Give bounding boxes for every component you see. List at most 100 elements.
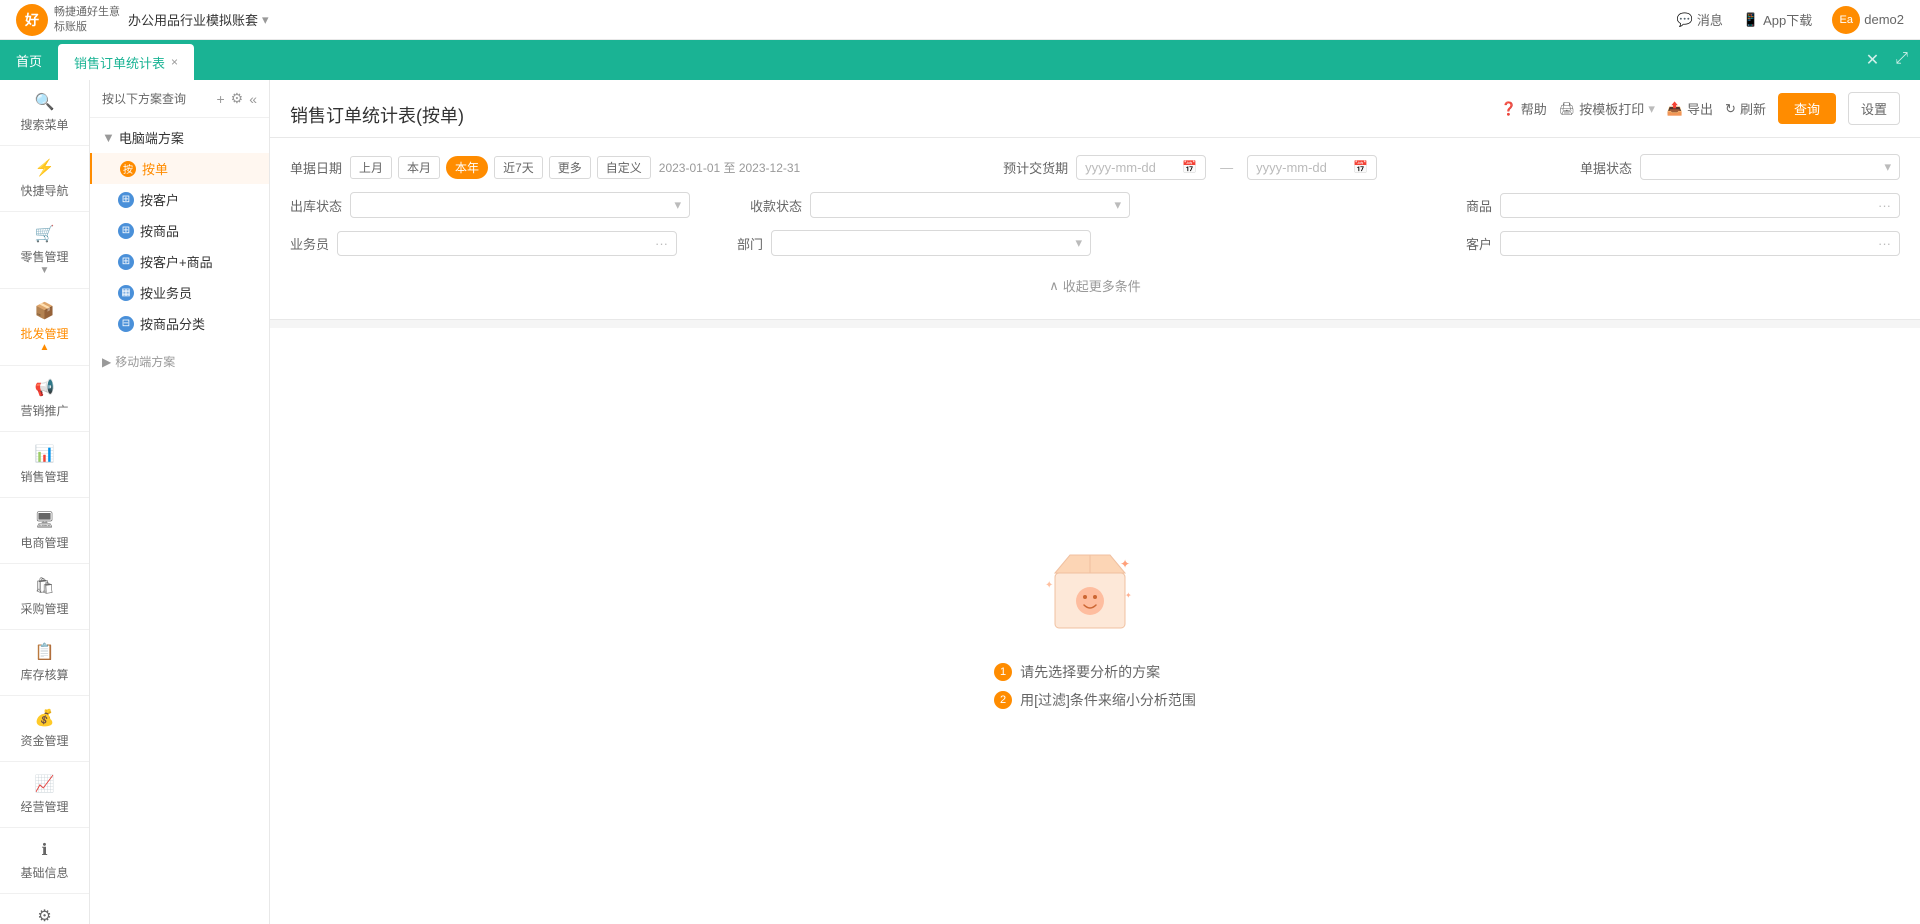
empty-step-1: 1 请先选择要分析的方案 bbox=[994, 662, 1196, 682]
empty-steps: 1 请先选择要分析的方案 2 用[过滤]条件来缩小分析范围 bbox=[994, 662, 1196, 710]
by-salesperson-icon: ▦ bbox=[118, 285, 134, 301]
avatar: Ea bbox=[1832, 6, 1860, 34]
left-panel-title: 按以下方案查询 bbox=[102, 90, 186, 107]
settings-btn[interactable]: 设置 bbox=[1848, 92, 1900, 125]
sidebar-item-ecommerce[interactable]: 🖥 电商管理 bbox=[0, 498, 89, 564]
sidebar-finance-label: 资金管理 bbox=[20, 732, 68, 749]
window-expand-btn[interactable]: ⤢ bbox=[1891, 46, 1912, 74]
query-label: 查询 bbox=[1794, 99, 1820, 118]
section-divider bbox=[270, 320, 1920, 328]
date-from-input[interactable]: yyyy-mm-dd 📅 bbox=[1076, 155, 1206, 180]
page-header: 销售订单统计表(按单) ❓ 帮助 🖨 按模板打印 ▾ 📤 导出 bbox=[270, 80, 1920, 138]
sidebar-ecommerce-label: 电商管理 bbox=[20, 534, 68, 551]
title-dropdown-icon[interactable]: ▾ bbox=[262, 12, 269, 28]
payment-status-select[interactable]: ▾ bbox=[810, 192, 1130, 218]
operations-icon: 📈 bbox=[35, 774, 55, 794]
empty-step-2: 2 用[过滤]条件来缩小分析范围 bbox=[994, 690, 1196, 710]
help-btn[interactable]: ❓ 帮助 bbox=[1501, 99, 1547, 118]
tree-child-by-customer[interactable]: ⊞ 按客户 bbox=[90, 184, 269, 215]
sidebar-item-operations[interactable]: 📈 经营管理 bbox=[0, 762, 89, 828]
window-close-btn[interactable]: ✕ bbox=[1862, 46, 1883, 74]
sidebar-item-search[interactable]: 🔍 搜索菜单 bbox=[0, 80, 89, 146]
add-scheme-btn[interactable]: + bbox=[216, 91, 224, 107]
empty-illustration: ✦ ✦ ✦ bbox=[1035, 543, 1155, 646]
tree-child-by-salesperson[interactable]: ▦ 按业务员 bbox=[90, 277, 269, 308]
tree-child-by-customer-product[interactable]: ⊞ 按客户+商品 bbox=[90, 246, 269, 277]
app-download-label: App下载 bbox=[1763, 10, 1812, 29]
delivery-status-select[interactable]: ▾ bbox=[350, 192, 690, 218]
sidebar-item-retail[interactable]: 🛒 零售管理 ▼ bbox=[0, 212, 89, 289]
logo-main-text: 畅捷通好生意 bbox=[54, 5, 120, 19]
sidebar-item-marketing[interactable]: 📢 营销推广 bbox=[0, 366, 89, 432]
salesperson-input[interactable]: ··· bbox=[337, 231, 677, 256]
tab-home[interactable]: 首页 bbox=[0, 40, 58, 80]
sidebar-inventory-label: 库存核算 bbox=[20, 666, 68, 683]
tree-child-category-label: 按商品分类 bbox=[140, 314, 205, 333]
calendar-to-icon: 📅 bbox=[1353, 160, 1368, 174]
sidebar-item-sales[interactable]: 📊 销售管理 bbox=[0, 432, 89, 498]
filter-status-item: 单据状态 ▾ bbox=[1580, 154, 1900, 180]
sidebar-item-system[interactable]: ⚙ 系统管理 bbox=[0, 894, 89, 924]
customer-input[interactable]: ··· bbox=[1500, 231, 1900, 256]
message-action[interactable]: 💬 消息 bbox=[1677, 10, 1723, 29]
date-to-placeholder: yyyy-mm-dd bbox=[1256, 160, 1327, 175]
sidebar-basics-label: 基础信息 bbox=[20, 864, 68, 881]
product-label: 商品 bbox=[1466, 196, 1492, 215]
tree-child-by-category[interactable]: ⊟ 按商品分类 bbox=[90, 308, 269, 339]
collapse-panel-btn[interactable]: « bbox=[249, 91, 257, 107]
date-btn-more[interactable]: 更多 bbox=[549, 156, 591, 179]
export-icon: 📤 bbox=[1667, 101, 1683, 117]
tree-child-by-product[interactable]: ⊞ 按商品 bbox=[90, 215, 269, 246]
page-actions: ❓ 帮助 🖨 按模板打印 ▾ 📤 导出 ↻ 刷新 bbox=[1501, 92, 1900, 137]
tab-close-icon[interactable]: × bbox=[171, 55, 178, 69]
tree-parent-label: 电脑端方案 bbox=[119, 128, 184, 147]
tree-child-salesperson-label: 按业务员 bbox=[140, 283, 192, 302]
top-bar-left: 好 畅捷通好生意 标账版 办公用品行业模拟账套 ▾ bbox=[16, 4, 269, 36]
tree-parent-desktop[interactable]: ▼ 电脑端方案 bbox=[90, 122, 269, 153]
print-btn[interactable]: 🖨 按模板打印 ▾ bbox=[1559, 99, 1655, 118]
filter-area: 单据日期 上月 本月 本年 近7天 更多 自定义 2023-01-01 至 20… bbox=[270, 138, 1920, 320]
tree-child-order-label: 按单 bbox=[142, 159, 168, 178]
collapse-btn[interactable]: ∧ 收起更多条件 bbox=[1049, 276, 1141, 295]
date-btn-this-month[interactable]: 本月 bbox=[398, 156, 440, 179]
delivery-status-label: 出库状态 bbox=[290, 196, 342, 215]
settings-label: 设置 bbox=[1861, 99, 1887, 118]
sidebar-item-wholesale[interactable]: 📦 批发管理 ▲ bbox=[0, 289, 89, 366]
settings-scheme-btn[interactable]: ⚙ bbox=[231, 90, 244, 107]
query-btn[interactable]: 查询 bbox=[1778, 93, 1836, 124]
filter-dept: 部门 ▾ bbox=[737, 230, 1091, 256]
print-label: 按模板打印 bbox=[1579, 99, 1644, 118]
date-to-input[interactable]: yyyy-mm-dd 📅 bbox=[1247, 155, 1377, 180]
collapse-up-icon: ∧ bbox=[1049, 278, 1059, 294]
date-btn-last-month[interactable]: 上月 bbox=[350, 156, 392, 179]
tree-child-by-order[interactable]: 按 按单 bbox=[90, 153, 269, 184]
filter-delivery-status: 出库状态 ▾ bbox=[290, 192, 690, 218]
sidebar-item-basics[interactable]: ℹ 基础信息 bbox=[0, 828, 89, 894]
sidebar-item-shortcuts[interactable]: ⚡ 快捷导航 bbox=[0, 146, 89, 212]
refresh-btn[interactable]: ↻ 刷新 bbox=[1725, 99, 1766, 118]
top-bar: 好 畅捷通好生意 标账版 办公用品行业模拟账套 ▾ 💬 消息 📱 App下载 E… bbox=[0, 0, 1920, 40]
date-btn-this-year[interactable]: 本年 bbox=[446, 156, 488, 179]
date-btn-7days[interactable]: 近7天 bbox=[494, 156, 543, 179]
sidebar-item-purchase[interactable]: 🛍 采购管理 bbox=[0, 564, 89, 630]
app-download-action[interactable]: 📱 App下载 bbox=[1743, 10, 1812, 29]
date-btn-custom[interactable]: 自定义 bbox=[597, 156, 651, 179]
svg-text:✦: ✦ bbox=[1125, 591, 1132, 600]
tree-parent-mobile[interactable]: ▶ 移动端方案 bbox=[90, 347, 269, 376]
finance-icon: 💰 bbox=[35, 708, 55, 728]
tab-sales-order[interactable]: 销售订单统计表 × bbox=[58, 44, 194, 80]
user-area[interactable]: Ea demo2 bbox=[1832, 6, 1904, 34]
sidebar-item-inventory[interactable]: 📋 库存核算 bbox=[0, 630, 89, 696]
by-product-icon: ⊞ bbox=[118, 223, 134, 239]
export-btn[interactable]: 📤 导出 bbox=[1667, 99, 1713, 118]
retail-arrow-icon: ▼ bbox=[40, 265, 50, 276]
sidebar-retail-label: 零售管理 bbox=[20, 248, 68, 265]
status-select[interactable]: ▾ bbox=[1640, 154, 1900, 180]
sidebar-search-label: 搜索菜单 bbox=[20, 116, 68, 133]
by-category-icon: ⊟ bbox=[118, 316, 134, 332]
product-input[interactable]: ··· bbox=[1500, 193, 1900, 218]
help-label: 帮助 bbox=[1521, 99, 1547, 118]
content-area: 按以下方案查询 + ⚙ « ▼ 电脑端方案 按 按单 ⊞ 按客户 bbox=[90, 80, 1920, 924]
dept-select[interactable]: ▾ bbox=[771, 230, 1091, 256]
sidebar-item-finance[interactable]: 💰 资金管理 bbox=[0, 696, 89, 762]
